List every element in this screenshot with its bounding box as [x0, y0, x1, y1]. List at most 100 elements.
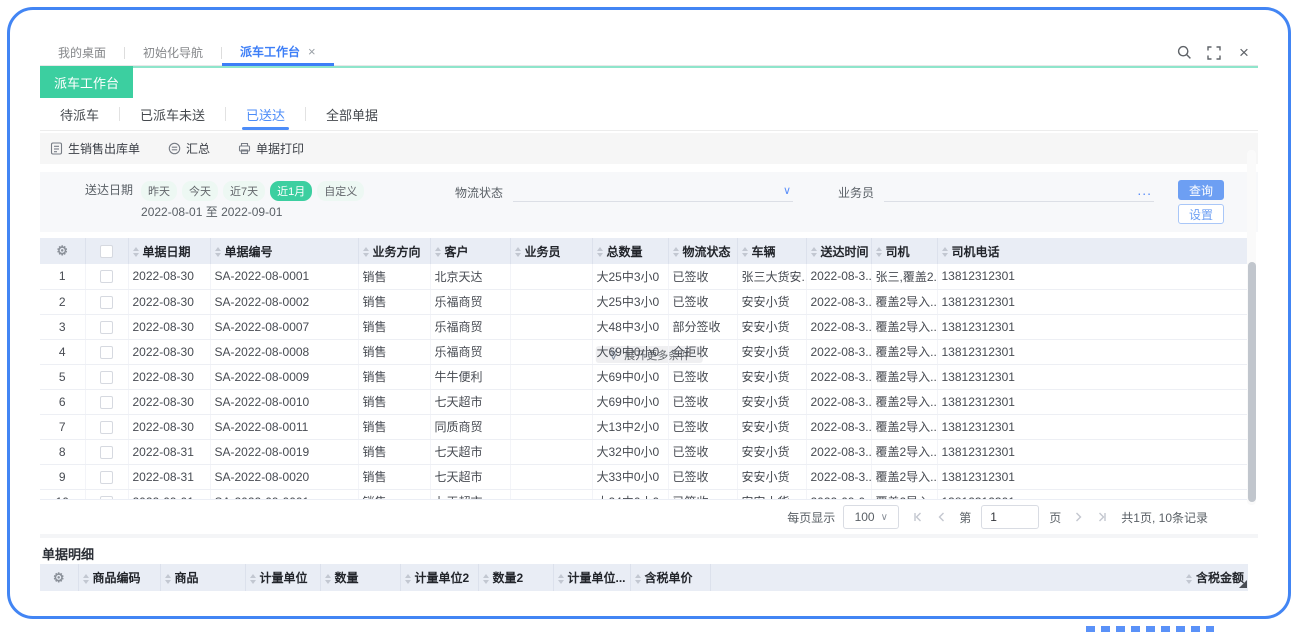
table-row[interactable]: 92022-08-31SA-2022-08-0020销售七天超市大33中0小0已… — [40, 464, 1248, 489]
subtab-all-documents[interactable]: 全部单据 — [306, 98, 398, 130]
row-checkbox[interactable] — [100, 296, 113, 309]
select-all-checkbox[interactable] — [100, 245, 113, 258]
cell: 2022-08-30 — [128, 289, 210, 314]
column-header[interactable]: 车辆 — [737, 238, 806, 264]
cell: 已签收 — [668, 289, 737, 314]
pill-today[interactable]: 今天 — [182, 181, 218, 201]
sort-icon — [483, 574, 489, 584]
query-button[interactable]: 查询 — [1178, 180, 1224, 200]
table-settings-icon[interactable]: ⚙ — [53, 570, 65, 585]
button-label: 单据打印 — [256, 140, 304, 157]
fullscreen-icon[interactable] — [1206, 45, 1222, 61]
cell: 大69中0小0 — [592, 364, 668, 389]
pill-custom[interactable]: 自定义 — [317, 181, 364, 201]
cell: SA-2022-09-0001 — [210, 489, 358, 500]
column-header[interactable]: 计量单位... — [553, 564, 630, 591]
table-row[interactable]: 52022-08-30SA-2022-08-0009销售牛牛便利大69中0小0已… — [40, 364, 1248, 389]
cell: 已签收 — [668, 464, 737, 489]
filter-label: 物流状态 — [455, 184, 503, 202]
table-row[interactable]: 102022-09-01SA-2022-09-0001销售七天超市大24中0小0… — [40, 489, 1248, 500]
table-row[interactable]: 32022-08-30SA-2022-08-0007销售乐福商贸大48中3小0部… — [40, 314, 1248, 339]
column-header[interactable]: 含税单价 — [630, 564, 710, 591]
row-checkbox[interactable] — [100, 421, 113, 434]
titlebar-icons: × — [1176, 45, 1258, 61]
column-header[interactable]: 数量 — [320, 564, 400, 591]
column-header[interactable]: 数量2 — [478, 564, 553, 591]
column-header[interactable]: 司机 — [871, 238, 937, 264]
row-checkbox[interactable] — [100, 496, 113, 500]
column-header[interactable]: 业务方向 — [358, 238, 430, 264]
settings-button[interactable]: 设置 — [1178, 204, 1224, 224]
vertical-scrollbar[interactable] — [1247, 150, 1256, 505]
table-row[interactable]: 12022-08-30SA-2022-08-0001销售北京天达大25中3小0已… — [40, 264, 1248, 289]
sort-icon — [742, 247, 748, 257]
per-page-select[interactable]: 100 ∨ — [843, 505, 899, 529]
column-header[interactable]: 物流状态 — [668, 238, 737, 264]
cell: 乐福商贸 — [430, 339, 510, 364]
row-checkbox[interactable] — [100, 471, 113, 484]
cell — [510, 414, 592, 439]
row-checkbox-cell — [85, 264, 128, 289]
pill-yesterday[interactable]: 昨天 — [141, 181, 177, 201]
cell: 大13中2小0 — [592, 414, 668, 439]
row-checkbox[interactable] — [100, 321, 113, 334]
column-header[interactable]: 司机电话 — [937, 238, 1248, 264]
row-checkbox[interactable] — [100, 270, 113, 283]
column-header[interactable]: 计量单位 — [245, 564, 320, 591]
cell: 已签收 — [668, 264, 737, 289]
page-number-input[interactable] — [981, 505, 1039, 529]
column-header[interactable]: 商品编码 — [78, 564, 160, 591]
subtab-dispatched-undelivered[interactable]: 已派车未送 — [120, 98, 225, 130]
table-row[interactable]: 22022-08-30SA-2022-08-0002销售乐福商贸大25中3小0已… — [40, 289, 1248, 314]
row-checkbox[interactable] — [100, 396, 113, 409]
tab-my-desktop[interactable]: 我的桌面 — [40, 40, 124, 65]
row-checkbox-cell — [85, 439, 128, 464]
button-label: 汇总 — [186, 140, 210, 157]
next-page-icon[interactable] — [1071, 510, 1085, 524]
close-icon[interactable]: × — [1236, 45, 1252, 61]
scrollbar-thumb[interactable] — [1248, 262, 1256, 502]
table-settings-icon[interactable]: ⚙ — [56, 243, 68, 258]
column-header[interactable]: 单据编号 — [210, 238, 358, 264]
create-sales-outbound-button[interactable]: 生销售出库单 — [50, 140, 140, 157]
sort-icon — [515, 247, 521, 257]
table-row[interactable]: 42022-08-30SA-2022-08-0008销售乐福商贸大69中0小0全… — [40, 339, 1248, 364]
row-index: 1 — [40, 264, 85, 289]
more-ellipsis-icon[interactable]: ... — [1137, 182, 1152, 198]
table-row[interactable]: 62022-08-30SA-2022-08-0010销售七天超市大69中0小0已… — [40, 389, 1248, 414]
per-page-value: 100 — [855, 510, 875, 524]
column-header[interactable]: 计量单位2 — [400, 564, 478, 591]
row-checkbox-cell — [85, 314, 128, 339]
last-page-icon[interactable] — [1095, 510, 1109, 524]
prev-page-icon[interactable] — [935, 510, 949, 524]
row-checkbox[interactable] — [100, 346, 113, 359]
column-header[interactable]: 商品 — [160, 564, 245, 591]
table-row[interactable]: 72022-08-30SA-2022-08-0011销售同质商贸大13中2小0已… — [40, 414, 1248, 439]
search-icon[interactable] — [1176, 45, 1192, 61]
row-checkbox-cell — [85, 289, 128, 314]
column-header[interactable]: 含税金额 — [1133, 564, 1248, 591]
tab-init-navigation[interactable]: 初始化导航 — [125, 40, 221, 65]
print-documents-button[interactable]: 单据打印 — [238, 140, 304, 157]
tab-dispatch-workbench[interactable]: 派车工作台 × — [222, 40, 334, 66]
column-header[interactable]: 总数量 — [592, 238, 668, 264]
column-header[interactable]: 业务员 — [510, 238, 592, 264]
pill-last7days[interactable]: 近7天 — [223, 181, 265, 201]
cell — [510, 389, 592, 414]
first-page-icon[interactable] — [911, 510, 925, 524]
column-header[interactable]: 单据日期 — [128, 238, 210, 264]
column-header[interactable]: 客户 — [430, 238, 510, 264]
pill-last-month[interactable]: 近1月 — [270, 181, 312, 201]
salesman-input[interactable]: ... — [884, 184, 1154, 202]
logistics-status-select[interactable]: ∨ — [513, 184, 793, 202]
row-checkbox-cell — [85, 464, 128, 489]
subtab-to-dispatch[interactable]: 待派车 — [40, 98, 119, 130]
summary-button[interactable]: 汇总 — [168, 140, 210, 157]
column-header[interactable]: 送达时间 — [806, 238, 871, 264]
cell: 2022-08-30 — [128, 364, 210, 389]
row-checkbox[interactable] — [100, 446, 113, 459]
subtab-delivered[interactable]: 已送达 — [226, 98, 305, 130]
table-row[interactable]: 82022-08-31SA-2022-08-0019销售七天超市大32中0小0已… — [40, 439, 1248, 464]
row-checkbox[interactable] — [100, 371, 113, 384]
tab-close-icon[interactable]: × — [308, 44, 316, 59]
